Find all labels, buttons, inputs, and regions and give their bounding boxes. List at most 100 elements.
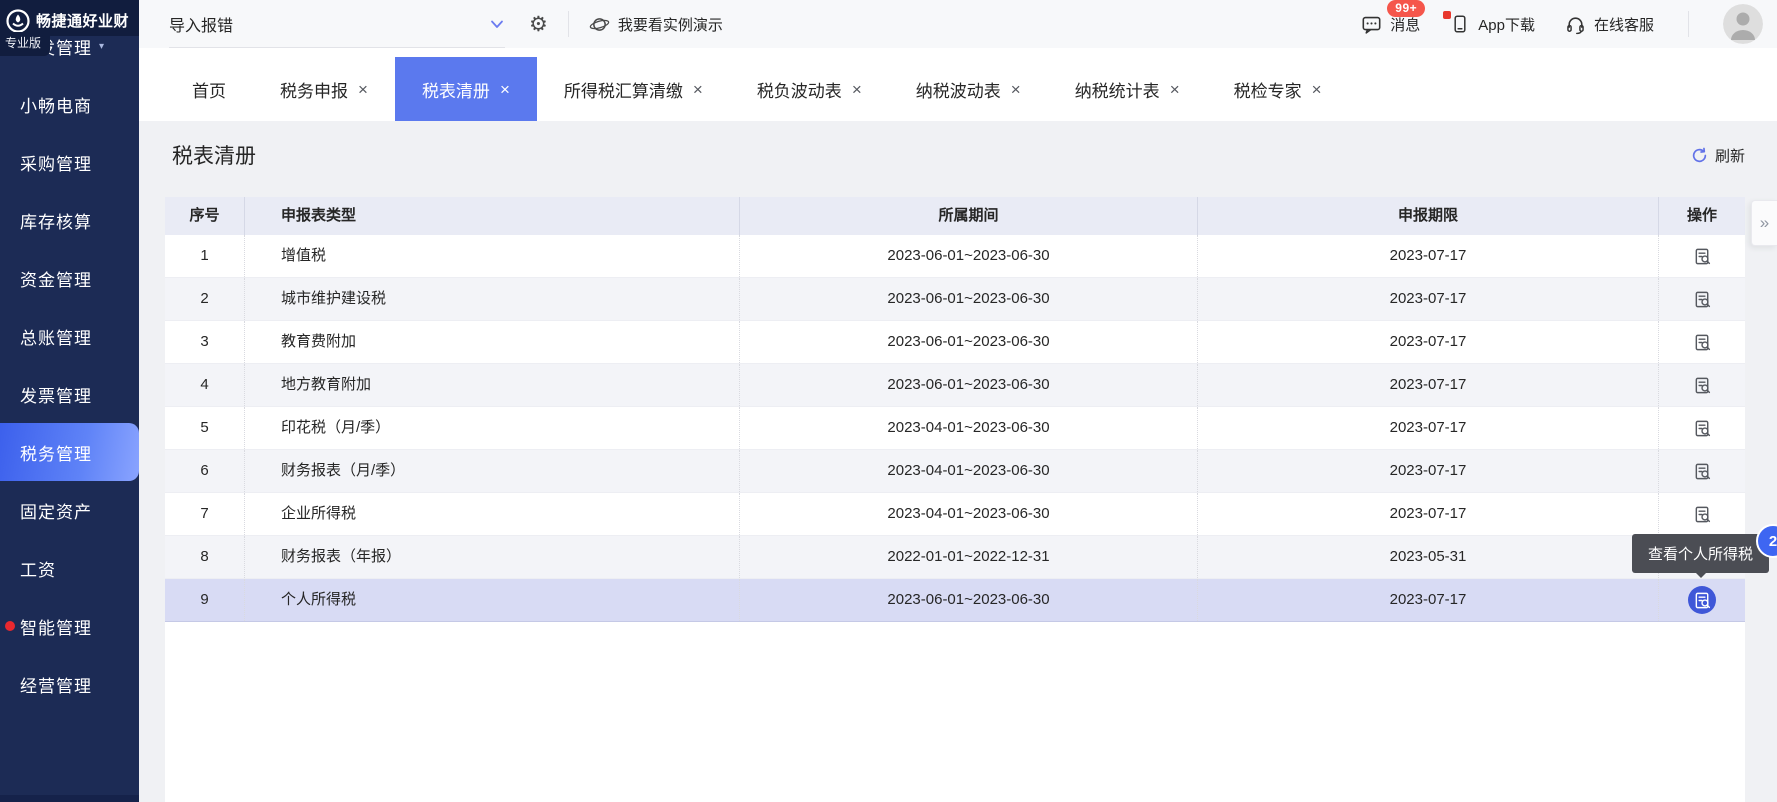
table-row-1[interactable]: 1 增值税 2023-06-01~2023-06-30 2023-07-17	[165, 235, 1745, 278]
column-header-no: 序号	[165, 197, 245, 235]
tab-首页[interactable]: 首页	[165, 57, 253, 121]
tab-纳税波动表[interactable]: 纳税波动表 ×	[889, 57, 1048, 121]
tab-label: 税负波动表	[756, 81, 842, 101]
tab-所得税汇算清缴[interactable]: 所得税汇算清缴 ×	[537, 57, 730, 121]
close-icon[interactable]: ×	[852, 81, 862, 98]
cell-type: 财务报表（年报）	[245, 536, 740, 578]
cell-no: 5	[165, 407, 245, 449]
sidebar-alert-dot	[5, 621, 15, 631]
table-row-5[interactable]: 5 印花税（月/季） 2023-04-01~2023-06-30 2023-07-17	[165, 407, 1745, 450]
table-body: 1 增值税 2023-06-01~2023-06-30 2023-07-17 2 城市维…	[165, 235, 1745, 622]
support-label: 在线客服	[1593, 16, 1654, 34]
view-report-button[interactable]	[1693, 376, 1712, 395]
close-icon[interactable]: ×	[358, 81, 368, 98]
cell-period: 2023-06-01~2023-06-30	[740, 579, 1198, 621]
sidebar-item-资金管理[interactable]: 资金管理	[0, 249, 139, 307]
cell-deadline: 2023-07-17	[1198, 364, 1659, 406]
sidebar-item-工资[interactable]: 工资	[0, 539, 139, 597]
action-cell	[1659, 450, 1745, 492]
gear-icon[interactable]: ⚙	[529, 14, 548, 35]
cell-deadline: 2023-07-17	[1198, 278, 1659, 320]
cell-period: 2023-04-01~2023-06-30	[740, 407, 1198, 449]
cell-no: 6	[165, 450, 245, 492]
cell-no: 8	[165, 536, 245, 578]
tab-税表清册[interactable]: 税表清册 ×	[394, 57, 537, 121]
app-download-button[interactable]: App下载	[1443, 10, 1535, 35]
table-row-3[interactable]: 3 教育费附加 2023-06-01~2023-06-30 2023-07-17	[165, 321, 1745, 364]
close-icon[interactable]: ×	[693, 81, 703, 98]
sidebar-item-小畅电商[interactable]: 小畅电商	[0, 75, 139, 133]
view-report-button-active[interactable]	[1688, 586, 1716, 614]
table-row-8[interactable]: 8 财务报表（年报） 2022-01-01~2022-12-31 2023-05-31	[165, 536, 1745, 579]
view-report-button[interactable]	[1693, 462, 1712, 481]
cell-period: 2023-06-01~2023-06-30	[740, 235, 1198, 277]
cell-type: 增值税	[245, 235, 740, 277]
sidebar-bottom-strip	[0, 795, 139, 802]
action-cell	[1659, 364, 1745, 406]
tab-label: 首页	[192, 81, 226, 101]
tab-纳税统计表[interactable]: 纳税统计表 ×	[1048, 57, 1207, 121]
edition-label: 专业版	[0, 32, 51, 56]
view-report-button[interactable]	[1693, 247, 1712, 266]
table-header: 序号 申报表类型 所属期间 申报期限 操作	[165, 197, 1745, 235]
cell-no: 2	[165, 278, 245, 320]
sidebar-item-智能管理[interactable]: 智能管理	[0, 597, 139, 655]
cell-type: 企业所得税	[245, 493, 740, 535]
tab-label: 税检专家	[1233, 81, 1302, 101]
action-cell	[1659, 235, 1745, 277]
table-row-2[interactable]: 2 城市维护建设税 2023-06-01~2023-06-30 2023-07-17	[165, 278, 1745, 321]
table-row-7[interactable]: 7 企业所得税 2023-04-01~2023-06-30 2023-07-17	[165, 493, 1745, 536]
action-cell	[1659, 278, 1745, 320]
table-row-6[interactable]: 6 财务报表（月/季） 2023-04-01~2023-06-30 2023-07-1…	[165, 450, 1745, 493]
sidebar-item-税务管理[interactable]: 税务管理	[0, 423, 139, 481]
sidebar-item-label: 小畅电商	[20, 96, 92, 116]
support-button[interactable]: 在线客服	[1565, 14, 1654, 35]
sidebar-item-label: 库存核算	[20, 212, 92, 232]
report-select[interactable]: 导入报错	[169, 1, 505, 48]
caret-down-icon: ▾	[99, 40, 106, 52]
cell-period: 2023-06-01~2023-06-30	[740, 278, 1198, 320]
tab-税负波动表[interactable]: 税负波动表 ×	[730, 57, 889, 121]
tab-税检专家[interactable]: 税检专家 ×	[1207, 57, 1349, 121]
view-report-button[interactable]	[1693, 505, 1712, 524]
refresh-icon	[1692, 147, 1707, 162]
sidebar-item-总账管理[interactable]: 总账管理	[0, 307, 139, 365]
page-title: 税表清册	[172, 145, 256, 168]
sidebar-item-label: 工资	[20, 560, 56, 580]
topbar-divider	[567, 11, 569, 37]
table-row-9[interactable]: 9 个人所得税 2023-06-01~2023-06-30 2023-07-17	[165, 579, 1745, 622]
sidebar-item-固定资产[interactable]: 固定资产	[0, 481, 139, 539]
close-icon[interactable]: ×	[500, 81, 510, 98]
sidebar-item-发票管理[interactable]: 发票管理	[0, 365, 139, 423]
cell-deadline: 2023-07-17	[1198, 493, 1659, 535]
table-row-4[interactable]: 4 地方教育附加 2023-06-01~2023-06-30 2023-07-17	[165, 364, 1745, 407]
panel-expander[interactable]: »	[1751, 200, 1777, 246]
cell-period: 2023-04-01~2023-06-30	[740, 493, 1198, 535]
tab-税务申报[interactable]: 税务申报 ×	[253, 57, 395, 121]
close-icon[interactable]: ×	[1011, 81, 1021, 98]
topbar-divider	[1688, 11, 1689, 37]
view-report-button[interactable]	[1693, 290, 1712, 309]
view-report-button[interactable]	[1693, 419, 1712, 438]
demo-link[interactable]: 我要看实例演示	[589, 14, 723, 35]
avatar[interactable]	[1723, 4, 1763, 44]
messages-button[interactable]: 99+ 消息	[1361, 0, 1426, 35]
cell-no: 1	[165, 235, 245, 277]
cell-type: 城市维护建设税	[245, 278, 740, 320]
action-cell	[1659, 407, 1745, 449]
notification-dot	[1443, 10, 1452, 19]
sidebar-item-经营管理[interactable]: 经营管理	[0, 655, 139, 713]
cell-no: 7	[165, 493, 245, 535]
brand-name: 畅捷通好业财	[36, 13, 130, 30]
sidebar-item-采购管理[interactable]: 采购管理	[0, 133, 139, 191]
tooltip-text: 查看个人所得税	[1648, 546, 1754, 563]
sidebar-item-库存核算[interactable]: 库存核算	[0, 191, 139, 249]
cell-deadline: 2023-07-17	[1198, 321, 1659, 363]
view-report-button[interactable]	[1693, 333, 1712, 352]
cell-no: 4	[165, 364, 245, 406]
tab-label: 所得税汇算清缴	[563, 81, 683, 101]
close-icon[interactable]: ×	[1312, 81, 1322, 98]
close-icon[interactable]: ×	[1170, 81, 1180, 98]
cell-deadline: 2023-07-17	[1198, 235, 1659, 277]
refresh-button[interactable]: 刷新	[1691, 145, 1745, 166]
